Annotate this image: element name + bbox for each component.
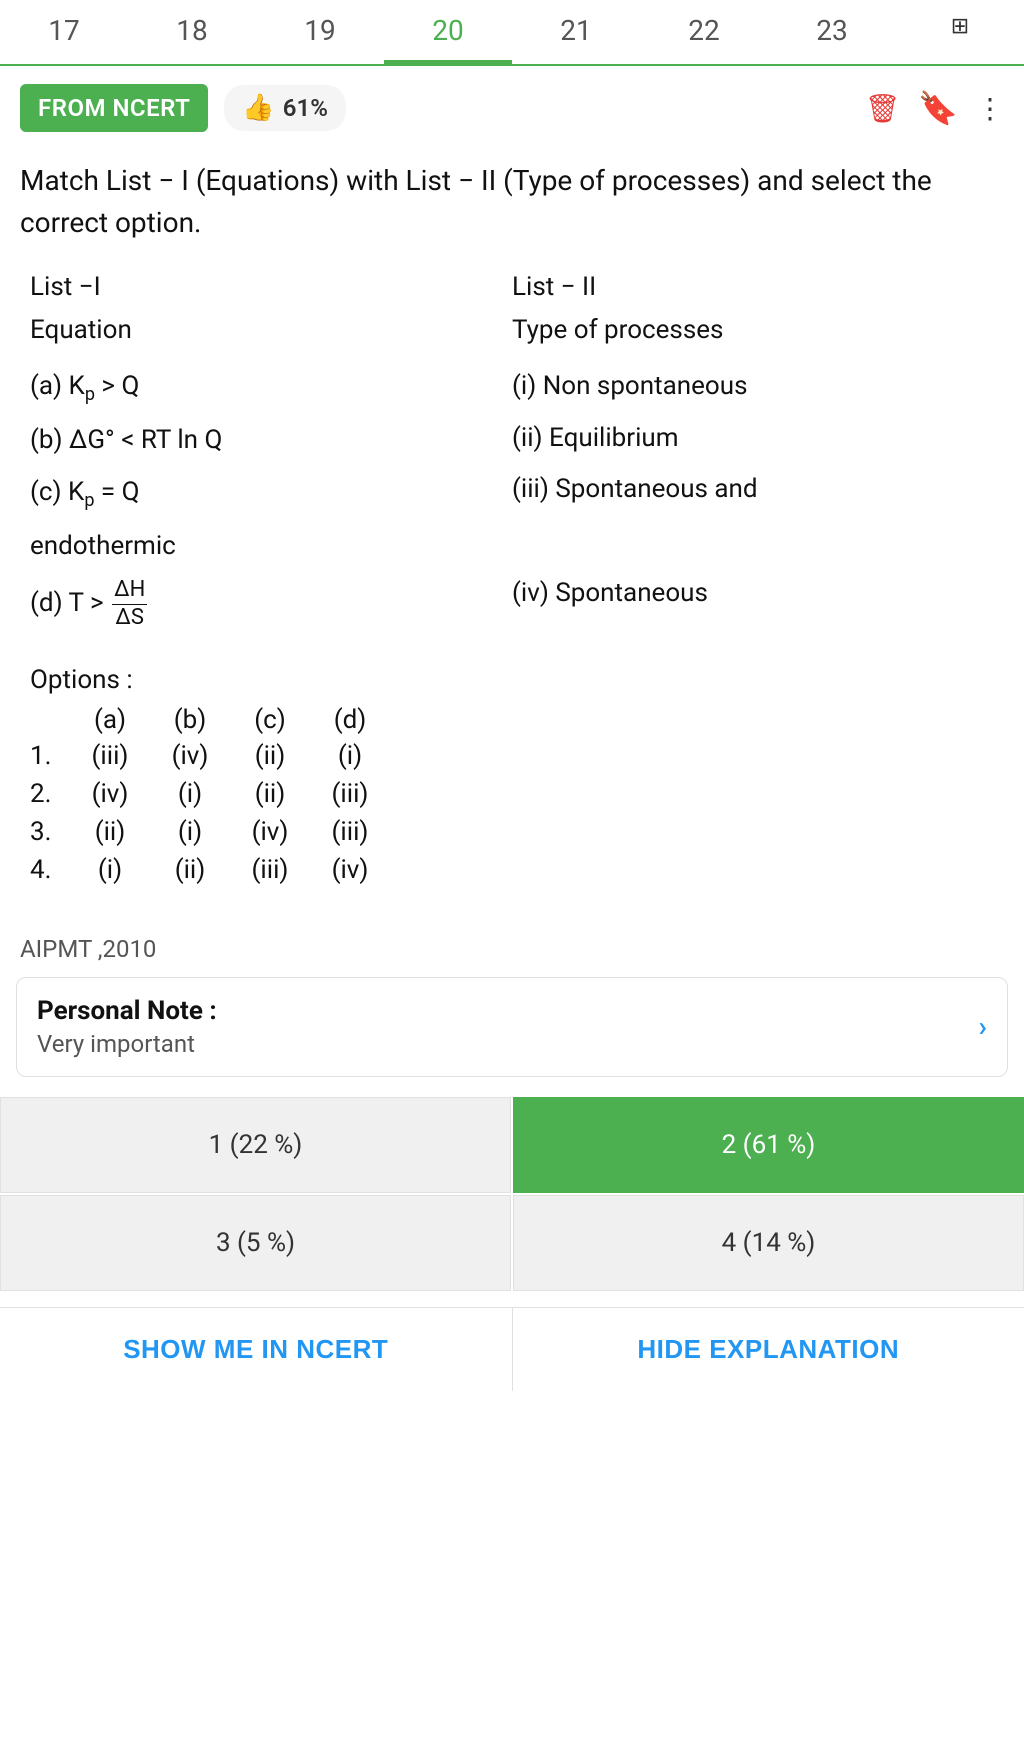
list1-item-a: (a) Kp > Q: [30, 366, 512, 410]
list2-header2: Type of processes: [512, 311, 994, 350]
source-label: AIPMT ,2010: [0, 925, 1024, 977]
list2-item-i: (i) Non spontaneous: [512, 366, 994, 408]
list-table: List −I Equation (a) Kp > Q (b) ΔG° < RT…: [20, 268, 1004, 641]
tab-22[interactable]: 22: [640, 0, 768, 64]
list1-header1: List −I: [30, 268, 512, 307]
list2-header1: List − II: [512, 268, 994, 307]
options-label: Options :: [30, 665, 994, 695]
answer-option-4[interactable]: 4 (14 %): [513, 1195, 1024, 1291]
list1-item-endothermic: endothermic: [30, 526, 512, 568]
option-row-1[interactable]: 1. (iii) (iv) (ii) (i): [30, 741, 994, 771]
tab-18[interactable]: 18: [128, 0, 256, 64]
fraction-dh-ds: ΔH ΔS: [112, 577, 147, 631]
list1-item-d: (d) T > ΔH ΔS: [30, 577, 512, 631]
tab-21[interactable]: 21: [512, 0, 640, 64]
list2-item-ii: (ii) Equilibrium: [512, 418, 994, 460]
question-text: Match List − I (Equations) with List − I…: [20, 160, 1004, 244]
list-1-col: List −I Equation (a) Kp > Q (b) ΔG° < RT…: [30, 268, 512, 641]
personal-note-text: Very important: [37, 1030, 979, 1058]
list1-item-c: (c) Kp = Q: [30, 472, 512, 516]
bookmark-icon[interactable]: 🔖: [918, 89, 958, 127]
list-2-col: List − II Type of processes (i) Non spon…: [512, 268, 994, 641]
tab-17[interactable]: 17: [0, 0, 128, 64]
personal-note-title: Personal Note :: [37, 996, 979, 1026]
grid-view-icon[interactable]: ⊞: [896, 0, 1024, 64]
tab-bar: 17 18 19 20 21 22 23 ⊞: [0, 0, 1024, 66]
thumbs-up-icon: 👍: [242, 93, 274, 123]
answer-option-1[interactable]: 1 (22 %): [0, 1097, 511, 1193]
option-row-2[interactable]: 2. (iv) (i) (ii) (iii): [30, 779, 994, 809]
answer-option-3[interactable]: 3 (5 %): [0, 1195, 511, 1291]
tab-19[interactable]: 19: [256, 0, 384, 64]
delete-icon[interactable]: 🗑: [865, 92, 901, 125]
header-actions: 🗑 🔖 ⋮: [865, 89, 1004, 127]
question-content: Match List − I (Equations) with List − I…: [0, 150, 1024, 925]
list2-item-iv: (iv) Spontaneous: [512, 573, 994, 615]
chevron-right-icon: ›: [979, 1010, 987, 1043]
options-header-row: (a) (b) (c) (d): [30, 705, 994, 735]
more-options-icon[interactable]: ⋮: [976, 92, 1004, 125]
show-in-ncert-button[interactable]: SHOW ME IN NCERT: [0, 1308, 512, 1391]
option-row-4[interactable]: 4. (i) (ii) (iii) (iv): [30, 855, 994, 885]
list1-item-b: (b) ΔG° < RT ln Q: [30, 420, 512, 462]
from-ncert-badge: FROM NCERT: [20, 84, 208, 132]
list2-item-iii: (iii) Spontaneous and: [512, 469, 994, 511]
answer-option-2[interactable]: 2 (61 %): [513, 1097, 1024, 1193]
hide-explanation-button[interactable]: HIDE EXPLANATION: [512, 1308, 1024, 1391]
tab-20[interactable]: 20: [384, 0, 512, 64]
like-badge[interactable]: 👍 61%: [224, 85, 346, 131]
tab-23[interactable]: 23: [768, 0, 896, 64]
personal-note[interactable]: Personal Note : Very important ›: [16, 977, 1008, 1077]
list1-header2: Equation: [30, 311, 512, 350]
option-row-3[interactable]: 3. (ii) (i) (iv) (iii): [30, 817, 994, 847]
header-bar: FROM NCERT 👍 61% 🗑 🔖 ⋮: [0, 66, 1024, 150]
answer-options-grid: 1 (22 %) 2 (61 %) 3 (5 %) 4 (14 %): [0, 1097, 1024, 1291]
bottom-buttons: SHOW ME IN NCERT HIDE EXPLANATION: [0, 1307, 1024, 1391]
options-section: Options : (a) (b) (c) (d) 1. (iii) (iv) …: [20, 665, 1004, 885]
